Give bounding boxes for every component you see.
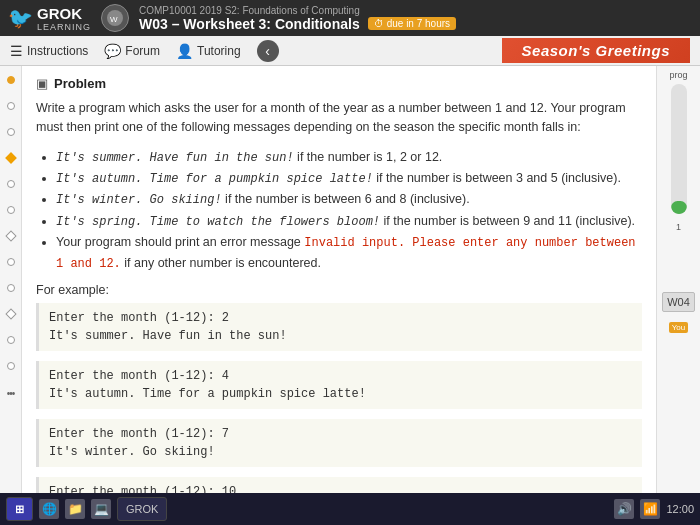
forum-label: Forum xyxy=(125,44,160,58)
sidebar-dot-1 xyxy=(7,76,15,84)
example-output-1: It's summer. Have fun in the sun! xyxy=(49,327,632,345)
taskbar: ⊞ 🌐 📁 💻 GROK 🔊 📶 12:00 xyxy=(0,493,700,525)
taskbar-tray-2[interactable]: 📶 xyxy=(640,499,660,519)
sidebar-dot-8 xyxy=(7,336,15,344)
grok-learning-label: LEARNING xyxy=(37,22,91,32)
taskbar-icon-1[interactable]: 🌐 xyxy=(39,499,59,519)
list-item: It's spring. Time to watch the flowers b… xyxy=(56,211,642,232)
instructions-icon: ☰ xyxy=(10,43,23,59)
sidebar-dot-9 xyxy=(7,362,15,370)
taskbar-icon-3[interactable]: 💻 xyxy=(91,499,111,519)
content-area: ▣ Problem Write a program which asks the… xyxy=(22,66,656,525)
nav-left: ☰ Instructions 💬 Forum 👤 Tutoring ‹ xyxy=(10,40,502,62)
circle-logo-icon: W xyxy=(105,8,125,28)
top-bar: 🐦 GROK LEARNING W COMP10001 2019 S2: Fou… xyxy=(0,0,700,36)
grok-bird-icon: 🐦 xyxy=(8,6,33,30)
greeting-banner: Season's Greetings xyxy=(502,38,690,63)
header-middle: COMP10001 2019 S2: Foundations of Comput… xyxy=(139,5,692,32)
you-label: You xyxy=(669,322,689,333)
taskbar-tray-1[interactable]: 🔊 xyxy=(614,499,634,519)
grok-title: GROK xyxy=(37,5,82,22)
you-badge: You xyxy=(669,322,689,333)
taskbar-icon-2[interactable]: 📁 xyxy=(65,499,85,519)
tutoring-label: Tutoring xyxy=(197,44,241,58)
main-layout: ••• ▣ Problem Write a program which asks… xyxy=(0,66,700,525)
svg-text:W: W xyxy=(110,15,118,24)
instructions-label: Instructions xyxy=(27,44,88,58)
section-title: Problem xyxy=(54,76,106,91)
section-header: ▣ Problem xyxy=(36,76,642,91)
instructions-nav[interactable]: ☰ Instructions xyxy=(10,43,88,59)
sidebar-dot-4 xyxy=(7,180,15,188)
example-output-2: It's autumn. Time for a pumpkin spice la… xyxy=(49,385,632,403)
tutoring-icon: 👤 xyxy=(176,43,193,59)
forum-nav[interactable]: 💬 Forum xyxy=(104,43,160,59)
sidebar-diamond-2 xyxy=(5,230,16,241)
sidebar-dot-6 xyxy=(7,258,15,266)
list-item: Your program should print an error messa… xyxy=(56,232,642,275)
example-output-3: It's winter. Go skiing! xyxy=(49,443,632,461)
example-input-1: Enter the month (1-12): 2 xyxy=(49,309,632,327)
progress-bar-fill xyxy=(671,201,687,214)
nav-back-button[interactable]: ‹ xyxy=(257,40,279,62)
logo-circle: W xyxy=(101,4,129,32)
example-block-1: Enter the month (1-12): 2 It's summer. H… xyxy=(36,303,642,351)
taskbar-clock: 12:00 xyxy=(666,503,694,515)
problem-icon: ▣ xyxy=(36,76,48,91)
right-sidebar: prog 1 W04 You xyxy=(656,66,700,525)
list-item: It's winter. Go skiing! if the number is… xyxy=(56,189,642,210)
start-button[interactable]: ⊞ xyxy=(6,497,33,521)
sidebar-ellipsis: ••• xyxy=(7,388,15,399)
due-badge: due in 7 hours xyxy=(368,17,456,30)
example-input-2: Enter the month (1-12): 4 xyxy=(49,367,632,385)
sidebar-diamond-3 xyxy=(5,308,16,319)
list-item: It's autumn. Time for a pumpkin spice la… xyxy=(56,168,642,189)
w04-tab[interactable]: W04 xyxy=(662,292,695,312)
forum-icon: 💬 xyxy=(104,43,121,59)
sidebar-dot-5 xyxy=(7,206,15,214)
sidebar-dot-3 xyxy=(7,128,15,136)
example-block-2: Enter the month (1-12): 4 It's autumn. T… xyxy=(36,361,642,409)
tutoring-nav[interactable]: 👤 Tutoring xyxy=(176,43,241,59)
list-item: It's summer. Have fun in the sun! if the… xyxy=(56,147,642,168)
greeting-text: Season's Greetings xyxy=(522,42,670,59)
left-sidebar: ••• xyxy=(0,66,22,525)
grok-logo: 🐦 GROK LEARNING xyxy=(8,5,91,32)
bullet-list: It's summer. Have fun in the sun! if the… xyxy=(56,147,642,275)
problem-description: Write a program which asks the user for … xyxy=(36,99,642,137)
example-block-3: Enter the month (1-12): 7 It's winter. G… xyxy=(36,419,642,467)
worksheet-title: W03 – Worksheet 3: Conditionals xyxy=(139,16,360,32)
sidebar-dot-2 xyxy=(7,102,15,110)
prog-label: prog xyxy=(669,70,687,80)
progress-bar-container xyxy=(671,84,687,214)
sidebar-dot-7 xyxy=(7,284,15,292)
nav-bar: ☰ Instructions 💬 Forum 👤 Tutoring ‹ Seas… xyxy=(0,36,700,66)
progress-number: 1 xyxy=(676,222,681,232)
course-title: COMP10001 2019 S2: Foundations of Comput… xyxy=(139,5,692,16)
taskbar-window-1[interactable]: GROK xyxy=(117,497,167,521)
example-input-3: Enter the month (1-12): 7 xyxy=(49,425,632,443)
sidebar-diamond-1 xyxy=(5,152,16,163)
for-example-label: For example: xyxy=(36,283,642,297)
